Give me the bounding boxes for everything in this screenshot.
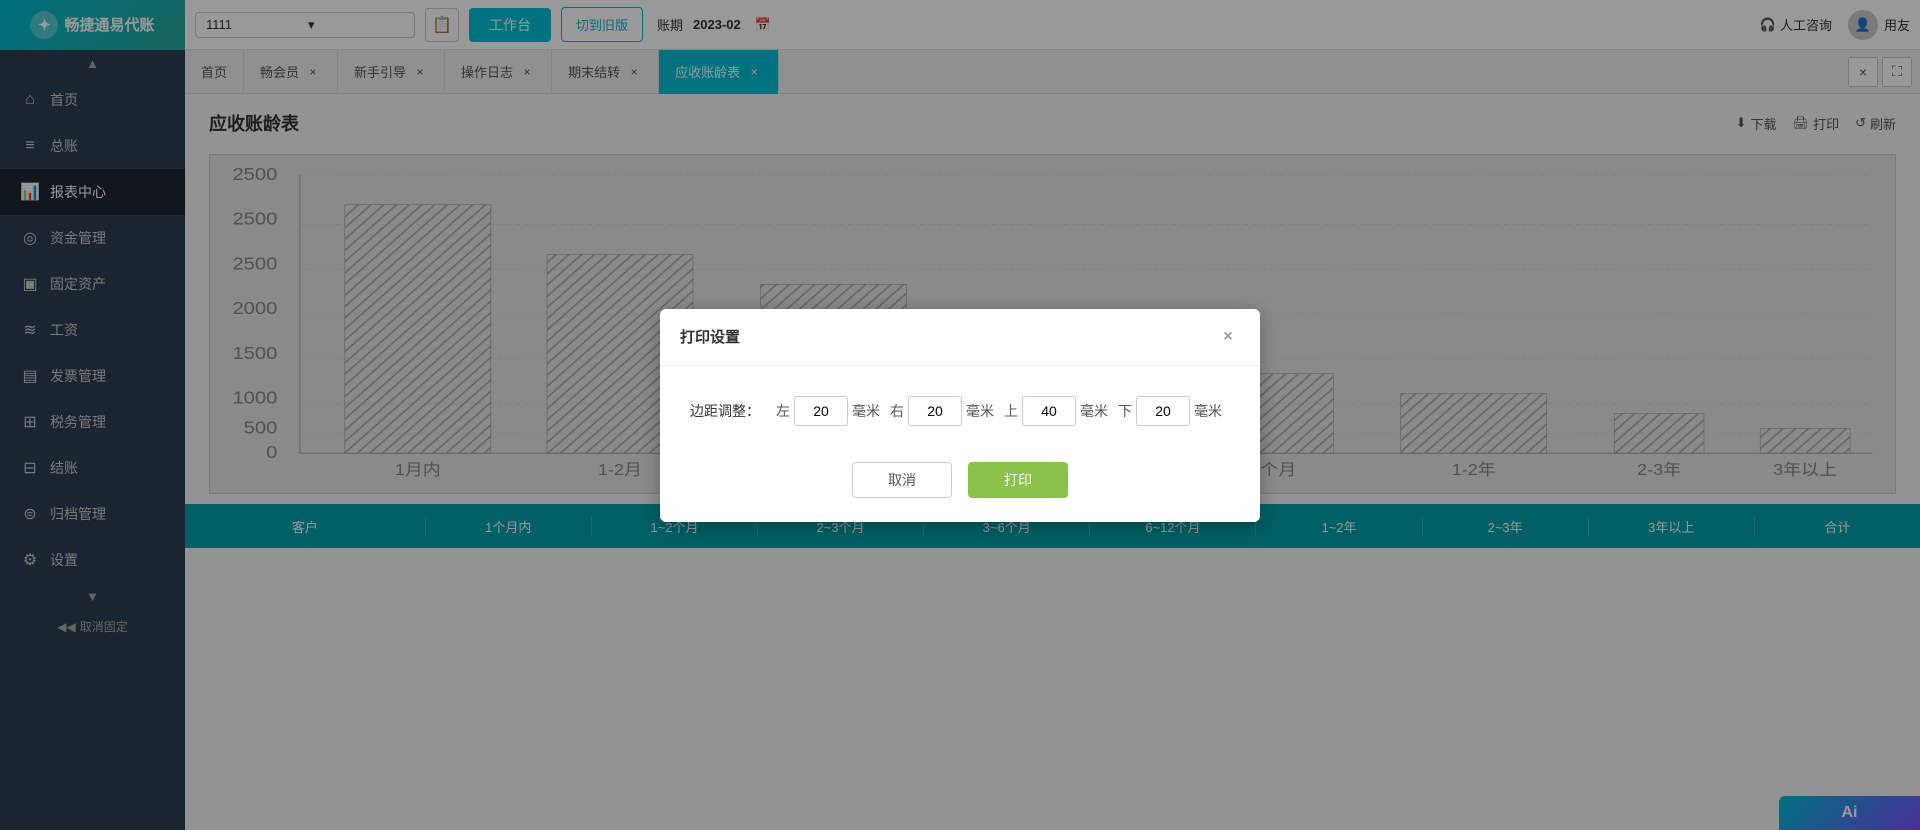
margin-right-group: 右 毫米 [890, 396, 994, 426]
left-unit-label: 毫米 [852, 401, 880, 421]
modal-close-button[interactable]: × [1216, 325, 1240, 349]
cancel-button[interactable]: 取消 [852, 462, 952, 498]
left-direction-label: 左 [776, 401, 790, 421]
margin-left-input[interactable] [794, 396, 848, 426]
margin-bottom-group: 下 毫米 [1118, 396, 1222, 426]
right-direction-label: 右 [890, 401, 904, 421]
bottom-direction-label: 下 [1118, 401, 1132, 421]
margin-top-input[interactable] [1022, 396, 1076, 426]
margin-bottom-input[interactable] [1136, 396, 1190, 426]
right-unit-label: 毫米 [966, 401, 994, 421]
margin-left-group: 左 毫米 [776, 396, 880, 426]
bottom-unit-label: 毫米 [1194, 401, 1222, 421]
confirm-print-button[interactable]: 打印 [968, 462, 1068, 498]
modal-header: 打印设置 × [660, 309, 1260, 366]
print-settings-modal: 打印设置 × 边距调整： 左 毫米 右 毫米 上 毫米 [660, 309, 1260, 522]
top-unit-label: 毫米 [1080, 401, 1108, 421]
modal-overlay: 打印设置 × 边距调整： 左 毫米 右 毫米 上 毫米 [0, 0, 1920, 830]
top-direction-label: 上 [1004, 401, 1018, 421]
modal-footer: 取消 打印 [660, 446, 1260, 522]
margin-row: 边距调整： 左 毫米 右 毫米 上 毫米 下 [690, 396, 1230, 426]
margin-right-input[interactable] [908, 396, 962, 426]
margin-label: 边距调整： [690, 401, 760, 421]
margin-top-group: 上 毫米 [1004, 396, 1108, 426]
modal-title: 打印设置 [680, 326, 740, 347]
modal-body: 边距调整： 左 毫米 右 毫米 上 毫米 下 [660, 366, 1260, 446]
